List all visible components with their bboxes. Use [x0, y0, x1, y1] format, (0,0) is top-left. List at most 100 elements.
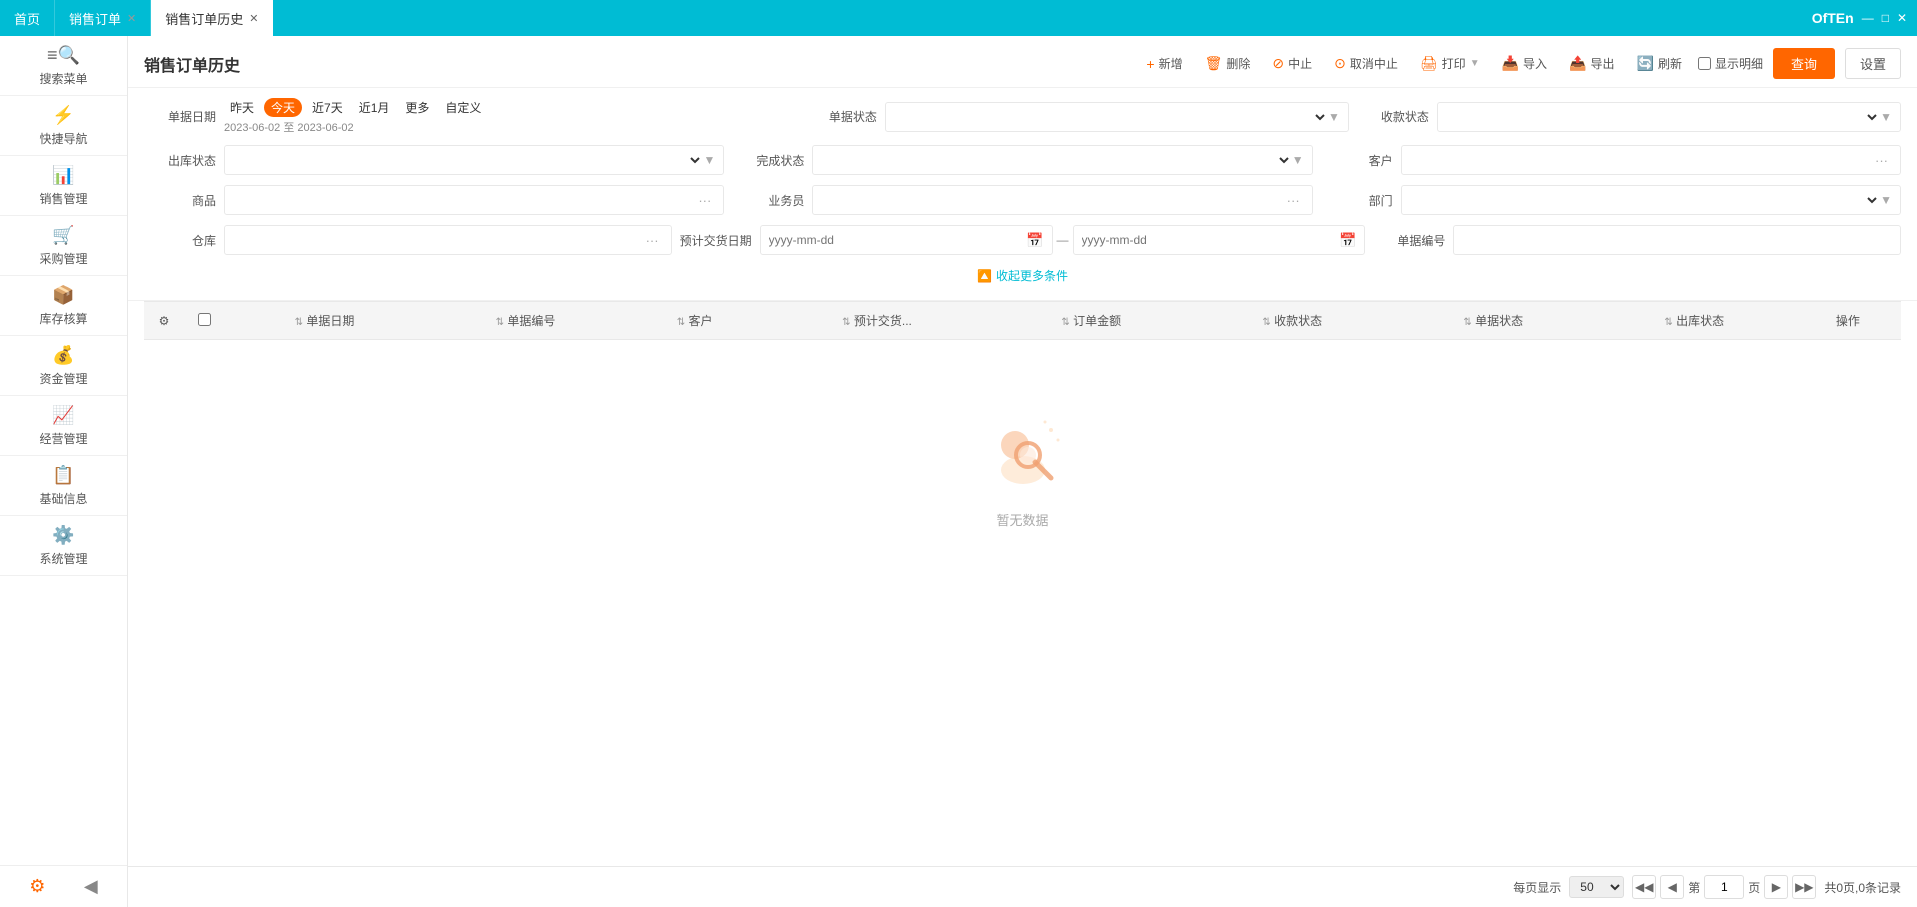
window-minimize-icon[interactable]: — — [1862, 11, 1874, 25]
delivery-date-from-input[interactable] — [769, 233, 1022, 247]
date-option-yesterday[interactable]: 昨天 — [224, 99, 260, 116]
tab-sales-history[interactable]: 销售订单历史 ✕ — [151, 0, 273, 36]
warehouse-input[interactable] — [233, 233, 638, 247]
customer-input-wrapper[interactable]: ··· — [1401, 145, 1901, 175]
table-header-amount[interactable]: ⇅ 订单金额 — [991, 302, 1192, 340]
page-size-select[interactable]: 50 20 100 — [1569, 876, 1624, 898]
goods-input-wrapper[interactable]: ··· — [224, 185, 724, 215]
warehouse-input-wrapper[interactable]: ··· — [224, 225, 672, 255]
sort-icon-7: ⇅ — [1463, 317, 1471, 328]
table-header-customer[interactable]: ⇅ 客户 — [626, 302, 763, 340]
window-close-icon[interactable]: ✕ — [1897, 11, 1907, 25]
sidebar-collapse-icon[interactable]: ◀ — [84, 876, 98, 897]
cancel-stop-icon: ⊙ — [1334, 55, 1346, 72]
order-number-input-wrapper[interactable] — [1453, 225, 1901, 255]
date-option-more[interactable]: 更多 — [399, 99, 435, 116]
table-header-settings[interactable]: ⚙ — [144, 302, 184, 340]
current-page-input[interactable] — [1704, 875, 1744, 899]
sidebar-item-purchase-mgmt-label: 采购管理 — [39, 250, 87, 267]
table-header-check[interactable] — [184, 302, 224, 340]
date-option-7days[interactable]: 近7天 — [306, 99, 349, 116]
sidebar-item-sales-mgmt[interactable]: 📊 销售管理 — [0, 156, 127, 216]
tab-sales-order[interactable]: 销售订单 ✕ — [55, 0, 151, 36]
complete-status-select[interactable] — [821, 152, 1291, 168]
query-button[interactable]: 查询 — [1773, 48, 1835, 79]
department-select[interactable] — [1410, 192, 1880, 208]
sidebar-item-sys-mgmt[interactable]: ⚙️ 系统管理 — [0, 516, 127, 576]
collapse-button[interactable]: 🔼 收起更多条件 — [977, 263, 1068, 288]
payment-status-select[interactable] — [1446, 109, 1880, 125]
table-header-outbound[interactable]: ⇅ 出库状态 — [1594, 302, 1795, 340]
next-page-button[interactable]: ▶ — [1764, 875, 1788, 899]
window-maximize-icon[interactable]: □ — [1882, 11, 1889, 25]
customer-input[interactable] — [1410, 153, 1867, 167]
date-option-today[interactable]: 今天 — [264, 98, 302, 117]
print-button[interactable]: 🖨 打印 ▼ — [1414, 51, 1486, 76]
order-status-select[interactable] — [894, 109, 1328, 125]
stop-button[interactable]: ⊘ 中止 — [1266, 51, 1318, 76]
order-status-select-wrapper[interactable]: ▼ — [885, 102, 1349, 132]
settings-button[interactable]: 设置 — [1845, 48, 1901, 79]
sidebar-item-purchase-mgmt[interactable]: 🛒 采购管理 — [0, 216, 127, 276]
outbound-status-select[interactable] — [233, 152, 703, 168]
sidebar-item-basic-info[interactable]: 📋 基础信息 — [0, 456, 127, 516]
table-header-number[interactable]: ⇅ 单据编号 — [425, 302, 626, 340]
sidebar-item-inventory[interactable]: 📦 库存核算 — [0, 276, 127, 336]
display-columns-toggle[interactable]: 显示明细 — [1698, 55, 1763, 72]
table-header-delivery[interactable]: ⇅ 预计交货... — [763, 302, 991, 340]
complete-status-select-wrapper[interactable]: ▼ — [812, 145, 1312, 175]
display-columns-checkbox[interactable] — [1698, 57, 1711, 70]
first-page-button[interactable]: ◀◀ — [1632, 875, 1656, 899]
tab-home[interactable]: 首页 — [0, 0, 55, 36]
date-option-custom[interactable]: 自定义 — [439, 99, 487, 116]
filter-delivery-date-label: 预计交货日期 — [680, 232, 760, 249]
filter-department-label: 部门 — [1321, 192, 1401, 209]
export-button[interactable]: 📤 导出 — [1563, 51, 1620, 76]
delivery-date-to-input[interactable] — [1082, 233, 1335, 247]
sidebar-item-finance[interactable]: 💰 资金管理 — [0, 336, 127, 396]
calendar-to-icon[interactable]: 📅 — [1339, 232, 1356, 249]
table-header-status[interactable]: ⇅ 单据状态 — [1393, 302, 1594, 340]
cancel-stop-button[interactable]: ⊙ 取消中止 — [1328, 51, 1404, 76]
sidebar-item-operations[interactable]: 📈 经营管理 — [0, 396, 127, 456]
empty-state: 暂无数据 — [144, 340, 1901, 589]
calendar-from-icon[interactable]: 📅 — [1026, 232, 1043, 249]
table-select-all-checkbox[interactable] — [198, 313, 211, 326]
table-header-action: 操作 — [1795, 302, 1901, 340]
toolbar: + 新增 🗑 删除 ⊘ 中止 ⊙ 取消中止 🖨 打印 — [1140, 48, 1901, 79]
department-select-wrapper[interactable]: ▼ — [1401, 185, 1901, 215]
sidebar-item-search-menu[interactable]: ≡🔍 搜索菜单 — [0, 36, 127, 96]
close-sales-order-icon[interactable]: ✕ — [127, 12, 136, 25]
last-page-button[interactable]: ▶▶ — [1792, 875, 1816, 899]
delete-button[interactable]: 🗑 删除 — [1199, 51, 1257, 76]
refresh-button[interactable]: 🔄 刷新 — [1631, 51, 1688, 76]
print-label: 打印 — [1442, 55, 1466, 72]
refresh-icon: 🔄 — [1637, 55, 1654, 72]
salesperson-dots-icon[interactable]: ··· — [1283, 193, 1304, 208]
salesperson-input[interactable] — [821, 193, 1278, 207]
table-header-payment[interactable]: ⇅ 收款状态 — [1192, 302, 1393, 340]
table-header-date[interactable]: ⇅ 单据日期 — [224, 302, 425, 340]
delivery-date-to-wrapper[interactable]: 📅 — [1073, 225, 1366, 255]
outbound-status-select-wrapper[interactable]: ▼ — [224, 145, 724, 175]
payment-status-select-wrapper[interactable]: ▼ — [1437, 102, 1901, 132]
close-sales-history-icon[interactable]: ✕ — [249, 12, 258, 25]
customer-dots-icon[interactable]: ··· — [1871, 153, 1892, 168]
import-button[interactable]: 📥 导入 — [1496, 51, 1553, 76]
sidebar-item-quick-nav-label: 快捷导航 — [39, 130, 87, 147]
add-button[interactable]: + 新增 — [1140, 51, 1188, 76]
sys-mgmt-icon: ⚙️ — [52, 525, 74, 546]
date-option-1month[interactable]: 近1月 — [353, 99, 396, 116]
warehouse-dots-icon[interactable]: ··· — [642, 233, 663, 248]
prev-page-button[interactable]: ◀ — [1660, 875, 1684, 899]
cancel-stop-label: 取消中止 — [1350, 55, 1398, 72]
settings-icon[interactable]: ⚙ — [159, 314, 170, 328]
sidebar-item-quick-nav[interactable]: ⚡ 快捷导航 — [0, 96, 127, 156]
order-number-input[interactable] — [1462, 233, 1892, 247]
goods-dots-icon[interactable]: ··· — [694, 193, 715, 208]
goods-input[interactable] — [233, 193, 690, 207]
sidebar-settings-icon[interactable]: ⚙ — [29, 876, 45, 897]
delivery-date-from-wrapper[interactable]: 📅 — [760, 225, 1053, 255]
salesperson-input-wrapper[interactable]: ··· — [812, 185, 1312, 215]
total-records: 共0页,0条记录 — [1824, 879, 1901, 896]
